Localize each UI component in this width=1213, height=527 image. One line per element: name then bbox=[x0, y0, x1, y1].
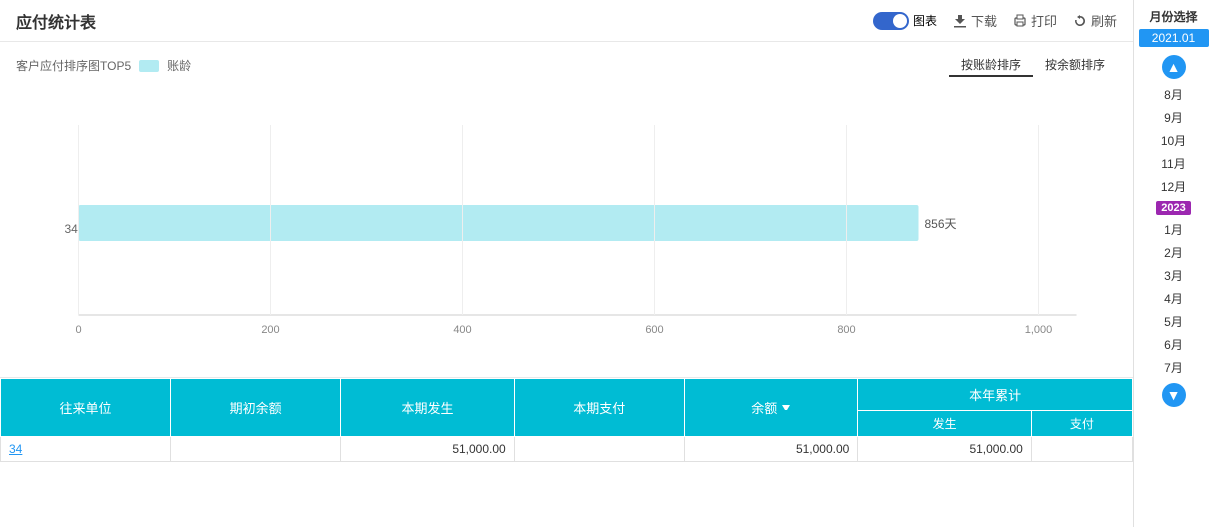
col-occurrence: 本期发生 bbox=[341, 379, 515, 437]
table-row: 34 51,000.00 51,000.00 51,000.00 bbox=[1, 437, 1133, 462]
svg-text:1,000: 1,000 bbox=[1025, 324, 1053, 336]
filter-icon bbox=[781, 403, 791, 413]
col-ytd: 本年累计 bbox=[858, 379, 1133, 411]
month-item-8[interactable]: 8月 bbox=[1134, 83, 1213, 106]
month-item-4[interactable]: 4月 bbox=[1134, 287, 1213, 310]
page-title: 应付统计表 bbox=[16, 9, 96, 33]
refresh-button[interactable]: 刷新 bbox=[1073, 11, 1117, 30]
col-ytd-occ: 发生 bbox=[858, 411, 1032, 437]
legend-color-box bbox=[139, 60, 159, 72]
cell-balance: 51,000.00 bbox=[684, 437, 858, 462]
col-opening: 期初余额 bbox=[171, 379, 341, 437]
unit-link[interactable]: 34 bbox=[9, 442, 22, 456]
bar-chart-svg: 34 856天 0 200 400 600 800 1,000 bbox=[16, 85, 1117, 365]
month-item-1[interactable]: 1月 bbox=[1134, 218, 1213, 241]
month-item-12[interactable]: 12月 bbox=[1134, 175, 1213, 198]
sort-tab-balance[interactable]: 按余额排序 bbox=[1033, 54, 1117, 77]
sort-tabs[interactable]: 按账龄排序 按余额排序 bbox=[949, 54, 1117, 77]
month-item-7[interactable]: 7月 bbox=[1134, 356, 1213, 379]
svg-text:400: 400 bbox=[453, 324, 471, 336]
legend-label: 客户应付排序图TOP5 bbox=[16, 57, 131, 74]
cell-payment bbox=[514, 437, 684, 462]
month-item-9[interactable]: 9月 bbox=[1134, 106, 1213, 129]
month-item-11[interactable]: 11月 bbox=[1134, 152, 1213, 175]
svg-text:200: 200 bbox=[261, 324, 279, 336]
chart-legend: 客户应付排序图TOP5 账龄 bbox=[16, 57, 191, 74]
cell-unit: 34 bbox=[1, 437, 171, 462]
svg-text:856天: 856天 bbox=[925, 217, 957, 231]
sort-tab-age[interactable]: 按账龄排序 bbox=[949, 54, 1033, 77]
chart-body: 34 856天 0 200 400 600 800 1,000 bbox=[16, 85, 1117, 365]
month-item-3[interactable]: 3月 bbox=[1134, 264, 1213, 287]
svg-text:600: 600 bbox=[645, 324, 663, 336]
month-sidebar: 月份选择 2021.01 ▲ 8月 9月 10月 11月 12月 2023 1月… bbox=[1133, 0, 1213, 527]
scroll-up-button[interactable]: ▲ bbox=[1162, 55, 1186, 79]
svg-text:800: 800 bbox=[837, 324, 855, 336]
cell-ytd-occ: 51,000.00 bbox=[858, 437, 1032, 462]
toggle-switch-icon[interactable] bbox=[873, 12, 909, 30]
col-unit: 往来单位 bbox=[1, 379, 171, 437]
sidebar-selected-date[interactable]: 2021.01 bbox=[1139, 29, 1209, 47]
toggle-label: 图表 bbox=[913, 12, 937, 29]
download-button[interactable]: 下载 bbox=[953, 11, 997, 30]
legend-item-label: 账龄 bbox=[167, 57, 191, 74]
month-item-10[interactable]: 10月 bbox=[1134, 129, 1213, 152]
cell-ytd-pay bbox=[1031, 437, 1132, 462]
month-item-5[interactable]: 5月 bbox=[1134, 310, 1213, 333]
sidebar-title: 月份选择 bbox=[1149, 8, 1197, 25]
svg-text:34: 34 bbox=[65, 222, 79, 236]
chart-toggle[interactable]: 图表 bbox=[873, 12, 937, 30]
col-payment: 本期支付 bbox=[514, 379, 684, 437]
data-table: 往来单位 期初余额 本期发生 本期支付 余额 本年累计 发生 支付 34 51,… bbox=[0, 378, 1133, 527]
cell-occurrence: 51,000.00 bbox=[341, 437, 515, 462]
chart-area: 客户应付排序图TOP5 账龄 按账龄排序 按余额排序 34 856天 bbox=[0, 42, 1133, 378]
month-item-2[interactable]: 2月 bbox=[1134, 241, 1213, 264]
refresh-icon bbox=[1073, 14, 1087, 28]
month-item-6[interactable]: 6月 bbox=[1134, 333, 1213, 356]
col-balance: 余额 bbox=[684, 379, 858, 437]
print-button[interactable]: 打印 bbox=[1013, 11, 1057, 30]
cell-opening bbox=[171, 437, 341, 462]
year-badge-2023: 2023 bbox=[1156, 201, 1190, 215]
svg-text:0: 0 bbox=[75, 324, 81, 336]
print-icon bbox=[1013, 14, 1027, 28]
download-icon bbox=[953, 14, 967, 28]
col-ytd-pay: 支付 bbox=[1031, 411, 1132, 437]
scroll-down-button[interactable]: ▼ bbox=[1162, 383, 1186, 407]
